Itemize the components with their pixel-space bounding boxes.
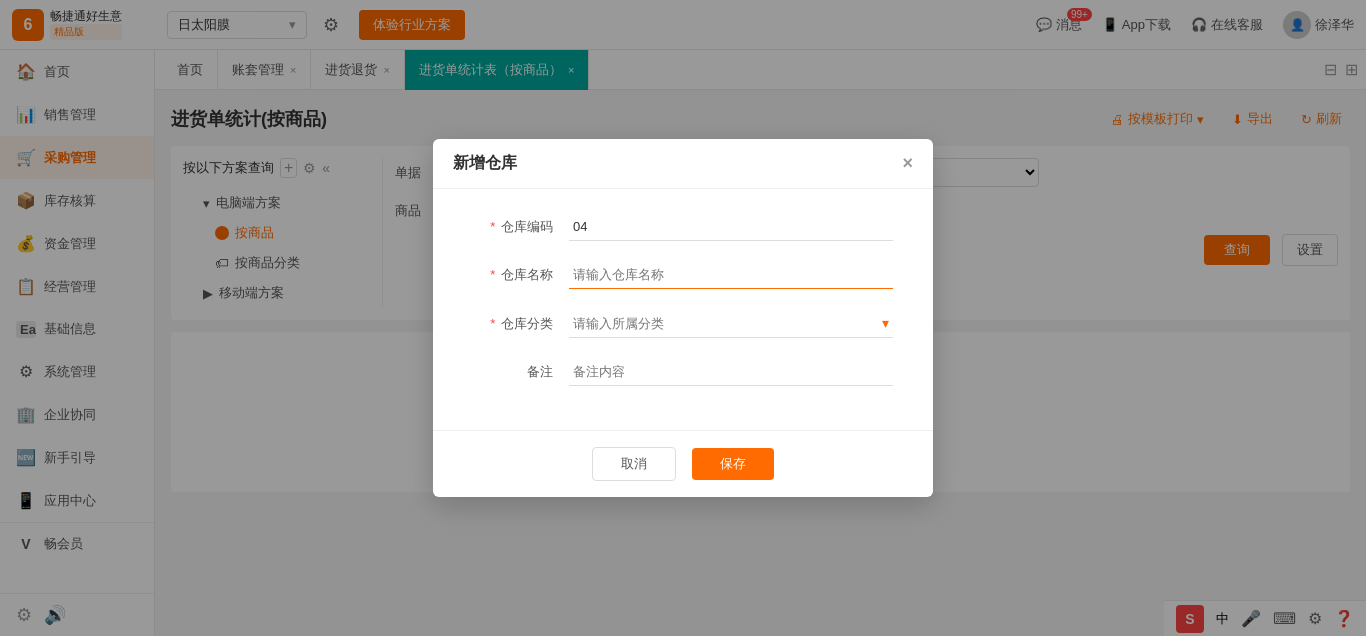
- note-label: 备注: [473, 363, 553, 381]
- warehouse-code-input[interactable]: [569, 213, 893, 241]
- modal-body: * 仓库编码 * 仓库名称 * 仓库分类: [433, 189, 933, 430]
- warehouse-category-select[interactable]: ▾: [569, 309, 893, 338]
- modal-footer: 取消 保存: [433, 430, 933, 497]
- modal-title: 新增仓库: [453, 153, 517, 174]
- add-warehouse-modal: 新增仓库 × * 仓库编码 * 仓库名称: [433, 139, 933, 497]
- form-row-name: * 仓库名称: [473, 261, 893, 289]
- save-button[interactable]: 保存: [692, 448, 774, 480]
- modal-header: 新增仓库 ×: [433, 139, 933, 189]
- category-label: * 仓库分类: [473, 315, 553, 333]
- form-row-category: * 仓库分类 ▾: [473, 309, 893, 338]
- name-label: * 仓库名称: [473, 266, 553, 284]
- warehouse-name-input[interactable]: [569, 261, 893, 289]
- modal-close-btn[interactable]: ×: [902, 153, 913, 174]
- cancel-button[interactable]: 取消: [592, 447, 676, 481]
- code-label: * 仓库编码: [473, 218, 553, 236]
- warehouse-note-input[interactable]: [569, 358, 893, 386]
- warehouse-category-input[interactable]: [573, 316, 882, 331]
- form-row-code: * 仓库编码: [473, 213, 893, 241]
- category-dropdown-icon: ▾: [882, 315, 889, 331]
- form-row-note: 备注: [473, 358, 893, 386]
- modal-overlay[interactable]: 新增仓库 × * 仓库编码 * 仓库名称: [0, 0, 1366, 636]
